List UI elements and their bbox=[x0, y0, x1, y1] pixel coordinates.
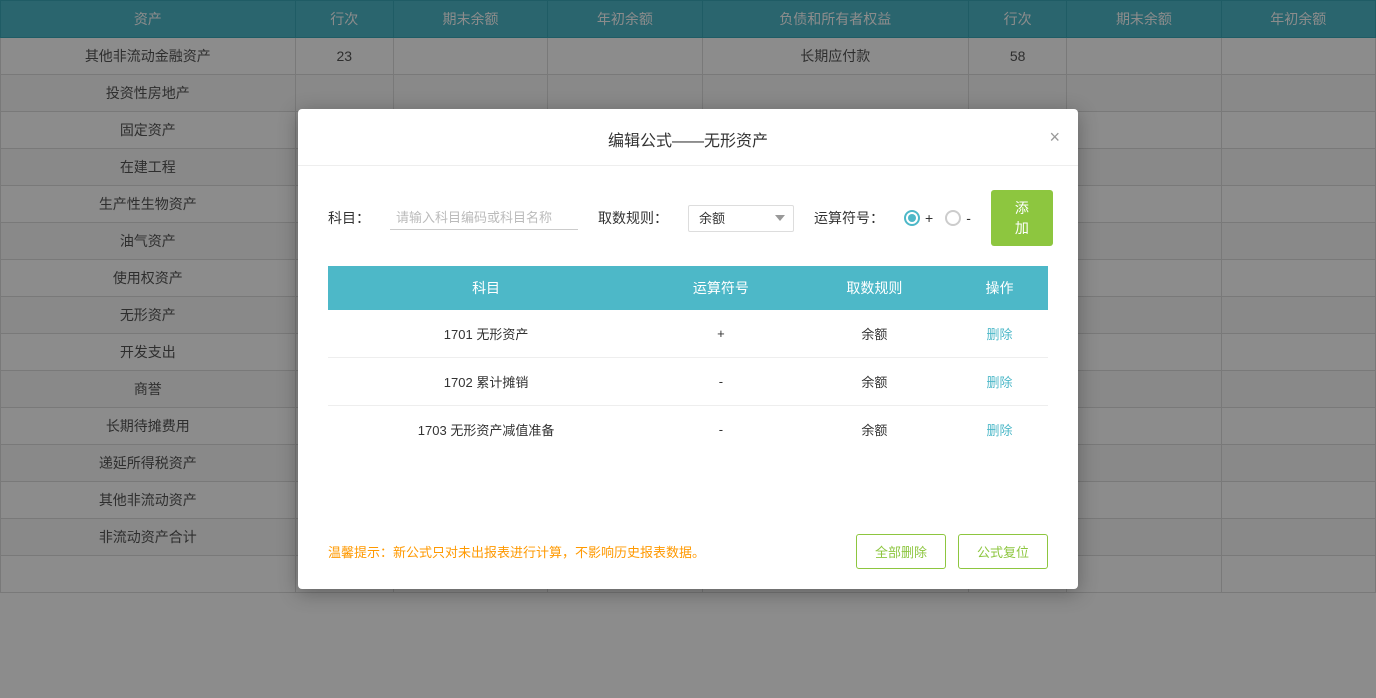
modal-footer: 温馨提示：新公式只对未出报表进行计算，不影响历史报表数据。 全部删除 公式复位 bbox=[298, 520, 1078, 589]
close-icon[interactable]: × bbox=[1049, 128, 1060, 146]
action-cell: 删除 bbox=[951, 310, 1048, 358]
subject-input[interactable] bbox=[390, 206, 578, 230]
add-button[interactable]: 添加 bbox=[991, 190, 1053, 246]
table-row: 1703 无形资产减值准备-余额 删除 bbox=[328, 406, 1048, 454]
delete-link[interactable]: 删除 bbox=[987, 423, 1013, 438]
operator-plus-radio[interactable] bbox=[904, 210, 920, 226]
form-row: 科目： 取数规则： 余额 借方余额 贷方余额 借方发生额 贷方发生额 运算符号： bbox=[328, 190, 1048, 246]
table-row: 1702 累计摊销-余额 删除 bbox=[328, 358, 1048, 406]
operator-plus-label: + bbox=[925, 210, 933, 226]
subject-cell: 1703 无形资产减值准备 bbox=[328, 406, 644, 454]
operator-label: 运算符号： bbox=[814, 208, 884, 228]
operator-cell: + bbox=[644, 310, 797, 358]
delete-all-button[interactable]: 全部删除 bbox=[856, 534, 946, 569]
table-row: 1701 无形资产+余额 删除 bbox=[328, 310, 1048, 358]
footer-tip: 温馨提示：新公式只对未出报表进行计算，不影响历史报表数据。 bbox=[328, 542, 705, 561]
action-cell: 删除 bbox=[951, 358, 1048, 406]
operator-minus-radio[interactable] bbox=[945, 210, 961, 226]
delete-link[interactable]: 删除 bbox=[987, 375, 1013, 390]
subject-cell: 1701 无形资产 bbox=[328, 310, 644, 358]
modal-title: 编辑公式——无形资产 bbox=[608, 127, 768, 151]
modal-col-header: 取数规则 bbox=[798, 266, 951, 310]
modal-col-header: 操作 bbox=[951, 266, 1048, 310]
modal: 编辑公式——无形资产 × 科目： 取数规则： 余额 借方余额 贷方余额 借方发生… bbox=[298, 109, 1078, 589]
rule-cell: 余额 bbox=[798, 406, 951, 454]
operator-cell: - bbox=[644, 358, 797, 406]
reset-button[interactable]: 公式复位 bbox=[958, 534, 1048, 569]
operator-minus-label: - bbox=[966, 210, 971, 226]
footer-buttons: 全部删除 公式复位 bbox=[856, 534, 1048, 569]
operator-minus-item[interactable]: - bbox=[945, 210, 971, 226]
subject-cell: 1702 累计摊销 bbox=[328, 358, 644, 406]
formula-table: 科目运算符号取数规则操作 1701 无形资产+余额删除1702 累计摊销-余额删… bbox=[328, 266, 1048, 453]
operator-radio-group: + - bbox=[904, 210, 971, 226]
delete-link[interactable]: 删除 bbox=[987, 327, 1013, 342]
rule-cell: 余额 bbox=[798, 358, 951, 406]
rule-select-group: 余额 借方余额 贷方余额 借方发生额 贷方发生额 bbox=[688, 205, 794, 232]
modal-col-header: 科目 bbox=[328, 266, 644, 310]
action-cell: 删除 bbox=[951, 406, 1048, 454]
modal-header: 编辑公式——无形资产 × bbox=[298, 109, 1078, 166]
operator-cell: - bbox=[644, 406, 797, 454]
modal-col-header: 运算符号 bbox=[644, 266, 797, 310]
rule-select[interactable]: 余额 借方余额 贷方余额 借方发生额 贷方发生额 bbox=[688, 205, 794, 232]
table-body: 1701 无形资产+余额删除1702 累计摊销-余额删除1703 无形资产减值准… bbox=[328, 310, 1048, 453]
modal-body: 科目： 取数规则： 余额 借方余额 贷方余额 借方发生额 贷方发生额 运算符号： bbox=[298, 166, 1078, 520]
table-header-row: 科目运算符号取数规则操作 bbox=[328, 266, 1048, 310]
modal-overlay: 编辑公式——无形资产 × 科目： 取数规则： 余额 借方余额 贷方余额 借方发生… bbox=[0, 0, 1376, 698]
subject-label: 科目： bbox=[328, 208, 370, 228]
operator-plus-item[interactable]: + bbox=[904, 210, 933, 226]
rule-label: 取数规则： bbox=[598, 208, 668, 228]
rule-cell: 余额 bbox=[798, 310, 951, 358]
